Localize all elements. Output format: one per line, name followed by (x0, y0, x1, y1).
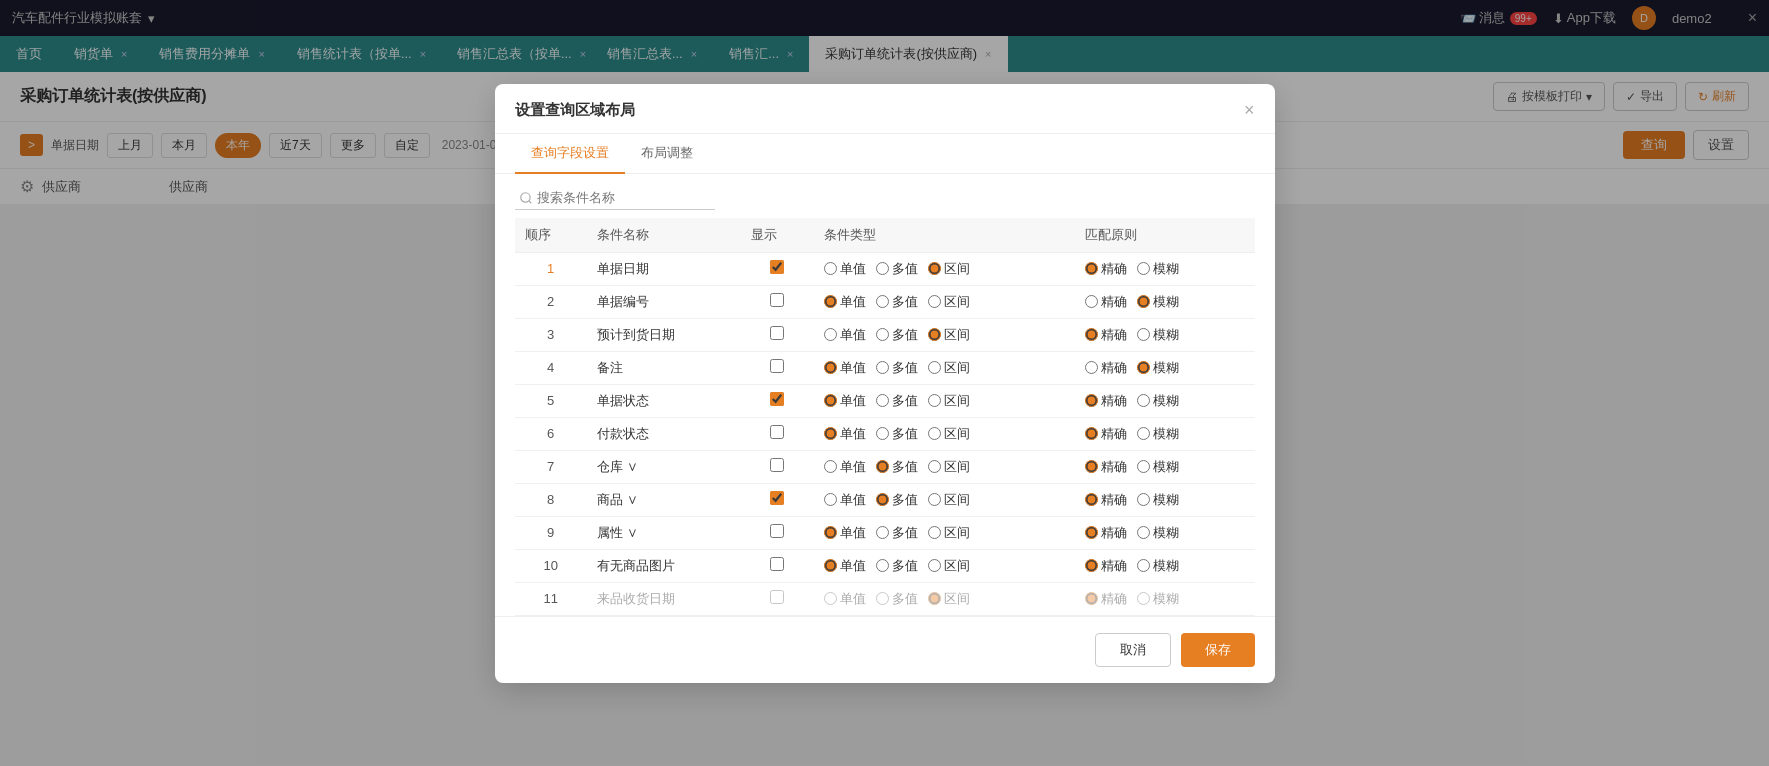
modal-tabs: 查询字段设置 布局调整 (495, 134, 1275, 174)
search-input-wrap (515, 186, 715, 205)
modal-overlay: 设置查询区域布局 × 查询字段设置 布局调整 (0, 0, 1769, 204)
modal-search-area (495, 174, 1275, 205)
search-icon (519, 191, 533, 205)
modal-close-btn[interactable]: × (1244, 100, 1255, 121)
modal-header: 设置查询区域布局 × (495, 84, 1275, 134)
modal-tab-layout[interactable]: 布局调整 (625, 134, 709, 174)
modal-title: 设置查询区域布局 (515, 101, 635, 120)
modal-tab-query[interactable]: 查询字段设置 (515, 134, 625, 174)
svg-line-1 (528, 200, 531, 203)
search-input[interactable] (515, 186, 715, 205)
svg-point-0 (520, 192, 529, 201)
modal-dialog: 设置查询区域布局 × 查询字段设置 布局调整 (495, 84, 1275, 205)
